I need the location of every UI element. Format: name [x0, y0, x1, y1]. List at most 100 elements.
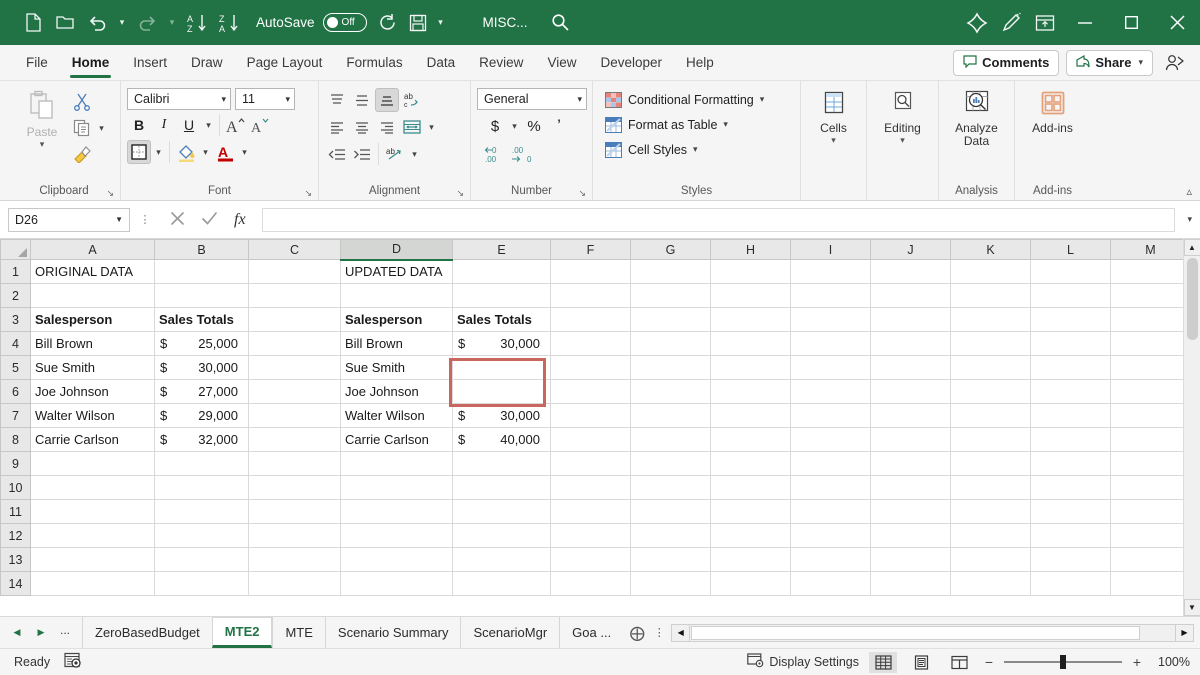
- cell-b6[interactable]: $27,000: [155, 380, 249, 404]
- zoom-out-button[interactable]: −: [983, 654, 995, 670]
- ribbon-tab-developer[interactable]: Developer: [588, 45, 674, 80]
- cell-k9[interactable]: [951, 452, 1031, 476]
- column-header-l[interactable]: L: [1031, 240, 1111, 260]
- ribbon-tab-help[interactable]: Help: [674, 45, 726, 80]
- column-header-c[interactable]: C: [249, 240, 341, 260]
- row-header-14[interactable]: 14: [1, 572, 31, 596]
- cell-d5[interactable]: Sue Smith: [341, 356, 453, 380]
- row-header-5[interactable]: 5: [1, 356, 31, 380]
- font-color-dropdown-icon[interactable]: ▾: [238, 140, 251, 164]
- align-center-icon[interactable]: [350, 115, 374, 139]
- cell-j3[interactable]: [871, 308, 951, 332]
- hscroll-left-button[interactable]: ◀: [672, 625, 690, 641]
- cell-h13[interactable]: [711, 548, 791, 572]
- horizontal-scroll-thumb[interactable]: [691, 626, 1140, 640]
- cell-f3[interactable]: [551, 308, 631, 332]
- align-left-icon[interactable]: [325, 115, 349, 139]
- increase-font-size-icon[interactable]: A: [224, 113, 248, 137]
- wrap-text-icon[interactable]: [400, 115, 424, 139]
- bottom-align-icon[interactable]: [375, 88, 399, 112]
- cell-a13[interactable]: [31, 548, 155, 572]
- zoom-in-button[interactable]: +: [1131, 654, 1143, 670]
- row-header-9[interactable]: 9: [1, 452, 31, 476]
- cell-m8[interactable]: [1111, 428, 1191, 452]
- cell-c9[interactable]: [249, 452, 341, 476]
- cell-b5[interactable]: $30,000: [155, 356, 249, 380]
- accessibility-checker-icon[interactable]: [64, 652, 82, 672]
- cell-c7[interactable]: [249, 404, 341, 428]
- cell-j10[interactable]: [871, 476, 951, 500]
- zoom-slider[interactable]: [1004, 655, 1122, 669]
- cell-g14[interactable]: [631, 572, 711, 596]
- cell-m1[interactable]: [1111, 260, 1191, 284]
- column-header-k[interactable]: K: [951, 240, 1031, 260]
- cell-e5[interactable]: [453, 356, 551, 380]
- font-size-dropdown-icon[interactable]: ▾: [279, 94, 290, 105]
- cell-c12[interactable]: [249, 524, 341, 548]
- cell-h4[interactable]: [711, 332, 791, 356]
- cut-icon[interactable]: [70, 90, 94, 114]
- cell-b9[interactable]: [155, 452, 249, 476]
- cell-a11[interactable]: [31, 500, 155, 524]
- cell-k6[interactable]: [951, 380, 1031, 404]
- row-header-13[interactable]: 13: [1, 548, 31, 572]
- cell-a5[interactable]: Sue Smith: [31, 356, 155, 380]
- cell-d12[interactable]: [341, 524, 453, 548]
- cell-k4[interactable]: [951, 332, 1031, 356]
- confirm-entry-icon[interactable]: [201, 211, 218, 229]
- cell-e3[interactable]: Sales Totals: [453, 308, 551, 332]
- column-header-a[interactable]: A: [31, 240, 155, 260]
- column-header-m[interactable]: M: [1111, 240, 1191, 260]
- cell-f12[interactable]: [551, 524, 631, 548]
- editing-button[interactable]: Editing ▾: [877, 88, 929, 147]
- addins-button[interactable]: Add-ins: [1027, 88, 1079, 137]
- share-with-people-icon[interactable]: [1160, 50, 1190, 76]
- cell-d7[interactable]: Walter Wilson: [341, 404, 453, 428]
- cell-a12[interactable]: [31, 524, 155, 548]
- cell-l14[interactable]: [1031, 572, 1111, 596]
- cell-e14[interactable]: [453, 572, 551, 596]
- analyze-data-button[interactable]: Analyze Data: [945, 88, 1008, 150]
- ribbon-tab-page-layout[interactable]: Page Layout: [235, 45, 335, 80]
- horizontal-scrollbar[interactable]: ◀ ▶: [671, 624, 1194, 642]
- orientation-icon[interactable]: abc: [400, 88, 424, 112]
- row-header-6[interactable]: 6: [1, 380, 31, 404]
- conditional-formatting-button[interactable]: Conditional Formatting ▾: [605, 88, 768, 111]
- alignment-dialog-launcher[interactable]: ↘: [456, 188, 464, 199]
- accounting-format-icon[interactable]: $: [483, 114, 507, 138]
- cell-c13[interactable]: [249, 548, 341, 572]
- copy-dropdown-icon[interactable]: ▾: [95, 116, 108, 140]
- scroll-up-button[interactable]: ▲: [1184, 239, 1200, 256]
- cell-m11[interactable]: [1111, 500, 1191, 524]
- cell-e11[interactable]: [453, 500, 551, 524]
- cell-l4[interactable]: [1031, 332, 1111, 356]
- cell-b10[interactable]: [155, 476, 249, 500]
- fill-color-dropdown-icon[interactable]: ▾: [199, 140, 212, 164]
- zoom-slider-thumb[interactable]: [1060, 655, 1066, 669]
- cell-g6[interactable]: [631, 380, 711, 404]
- refresh-icon[interactable]: [373, 8, 403, 38]
- sheet-tab-scenario-summary[interactable]: Scenario Summary: [325, 617, 461, 648]
- cell-k1[interactable]: [951, 260, 1031, 284]
- cell-i3[interactable]: [791, 308, 871, 332]
- ribbon-tab-view[interactable]: View: [535, 45, 588, 80]
- cell-e12[interactable]: [453, 524, 551, 548]
- cells-button[interactable]: Cells ▾: [808, 88, 860, 147]
- cell-k8[interactable]: [951, 428, 1031, 452]
- cell-g3[interactable]: [631, 308, 711, 332]
- merge-center-icon[interactable]: ab: [383, 142, 407, 166]
- cell-m2[interactable]: [1111, 284, 1191, 308]
- font-name-combo[interactable]: Calibri ▾: [127, 88, 231, 110]
- font-name-dropdown-icon[interactable]: ▾: [215, 94, 226, 105]
- cell-e1[interactable]: [453, 260, 551, 284]
- cell-l7[interactable]: [1031, 404, 1111, 428]
- cell-c10[interactable]: [249, 476, 341, 500]
- cell-k5[interactable]: [951, 356, 1031, 380]
- paste-button[interactable]: Paste ▾: [14, 88, 70, 151]
- search-icon[interactable]: [546, 8, 576, 38]
- format-as-table-button[interactable]: Format as Table ▾: [605, 113, 768, 136]
- cell-j9[interactable]: [871, 452, 951, 476]
- cell-k11[interactable]: [951, 500, 1031, 524]
- cell-g9[interactable]: [631, 452, 711, 476]
- underline-button[interactable]: U: [177, 113, 201, 137]
